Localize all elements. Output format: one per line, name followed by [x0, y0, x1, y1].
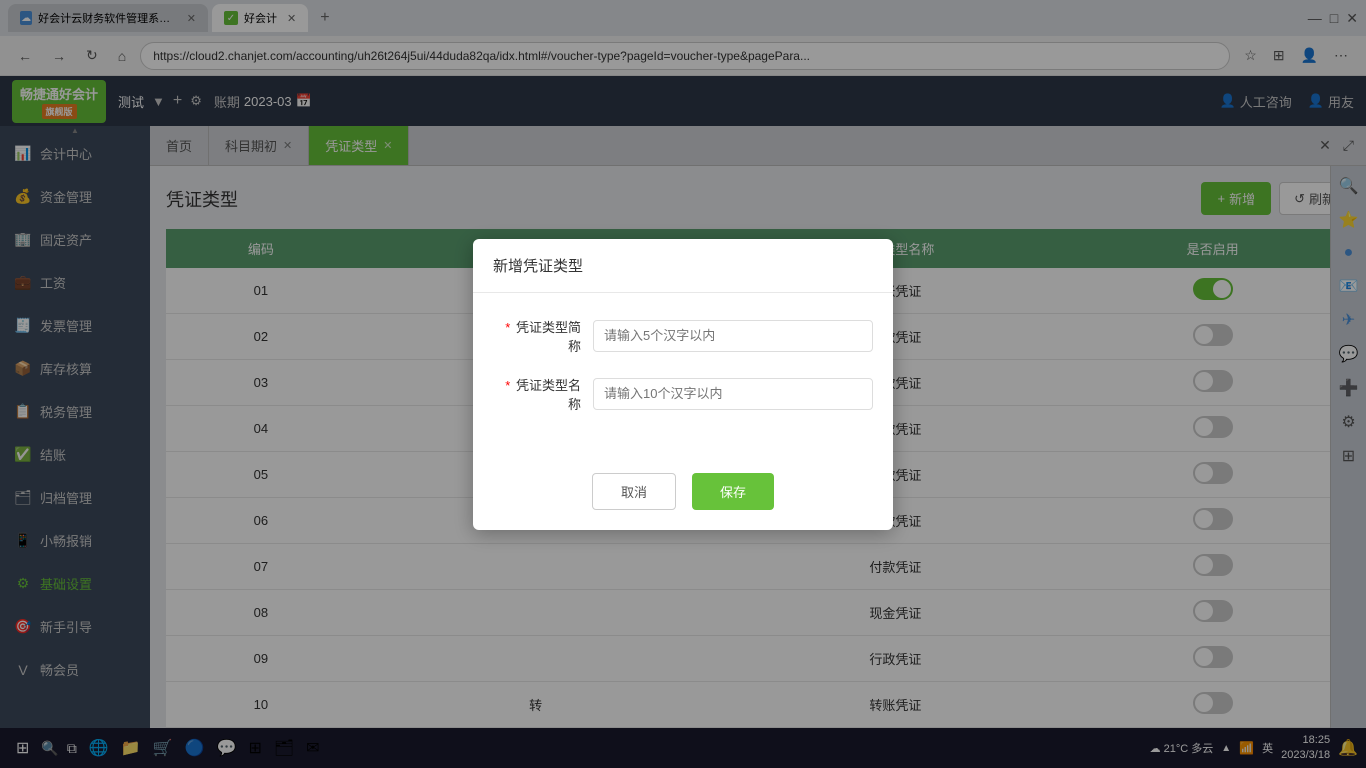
modal-overlay[interactable]: 新增凭证类型 * 凭证类型简称 * 凭证类型名称 取消 保存 — [0, 0, 1366, 768]
abbr-input[interactable] — [593, 320, 873, 352]
name-label: * 凭证类型名称 — [493, 375, 593, 413]
form-row-abbr: * 凭证类型简称 — [493, 317, 873, 355]
abbr-label: * 凭证类型简称 — [493, 317, 593, 355]
modal-dialog: 新增凭证类型 * 凭证类型简称 * 凭证类型名称 取消 保存 — [473, 239, 893, 530]
modal-footer: 取消 保存 — [473, 457, 893, 530]
modal-body: * 凭证类型简称 * 凭证类型名称 — [473, 293, 893, 457]
required-star-1: * — [505, 320, 510, 335]
abbr-label-text: 凭证类型简称 — [516, 320, 581, 354]
name-input[interactable] — [593, 378, 873, 410]
modal-title: 新增凭证类型 — [493, 258, 583, 275]
form-row-name: * 凭证类型名称 — [493, 375, 873, 413]
cancel-button[interactable]: 取消 — [592, 473, 676, 510]
save-button[interactable]: 保存 — [692, 473, 774, 510]
name-label-text: 凭证类型名称 — [516, 378, 581, 412]
modal-header: 新增凭证类型 — [473, 239, 893, 293]
required-star-2: * — [505, 378, 510, 393]
